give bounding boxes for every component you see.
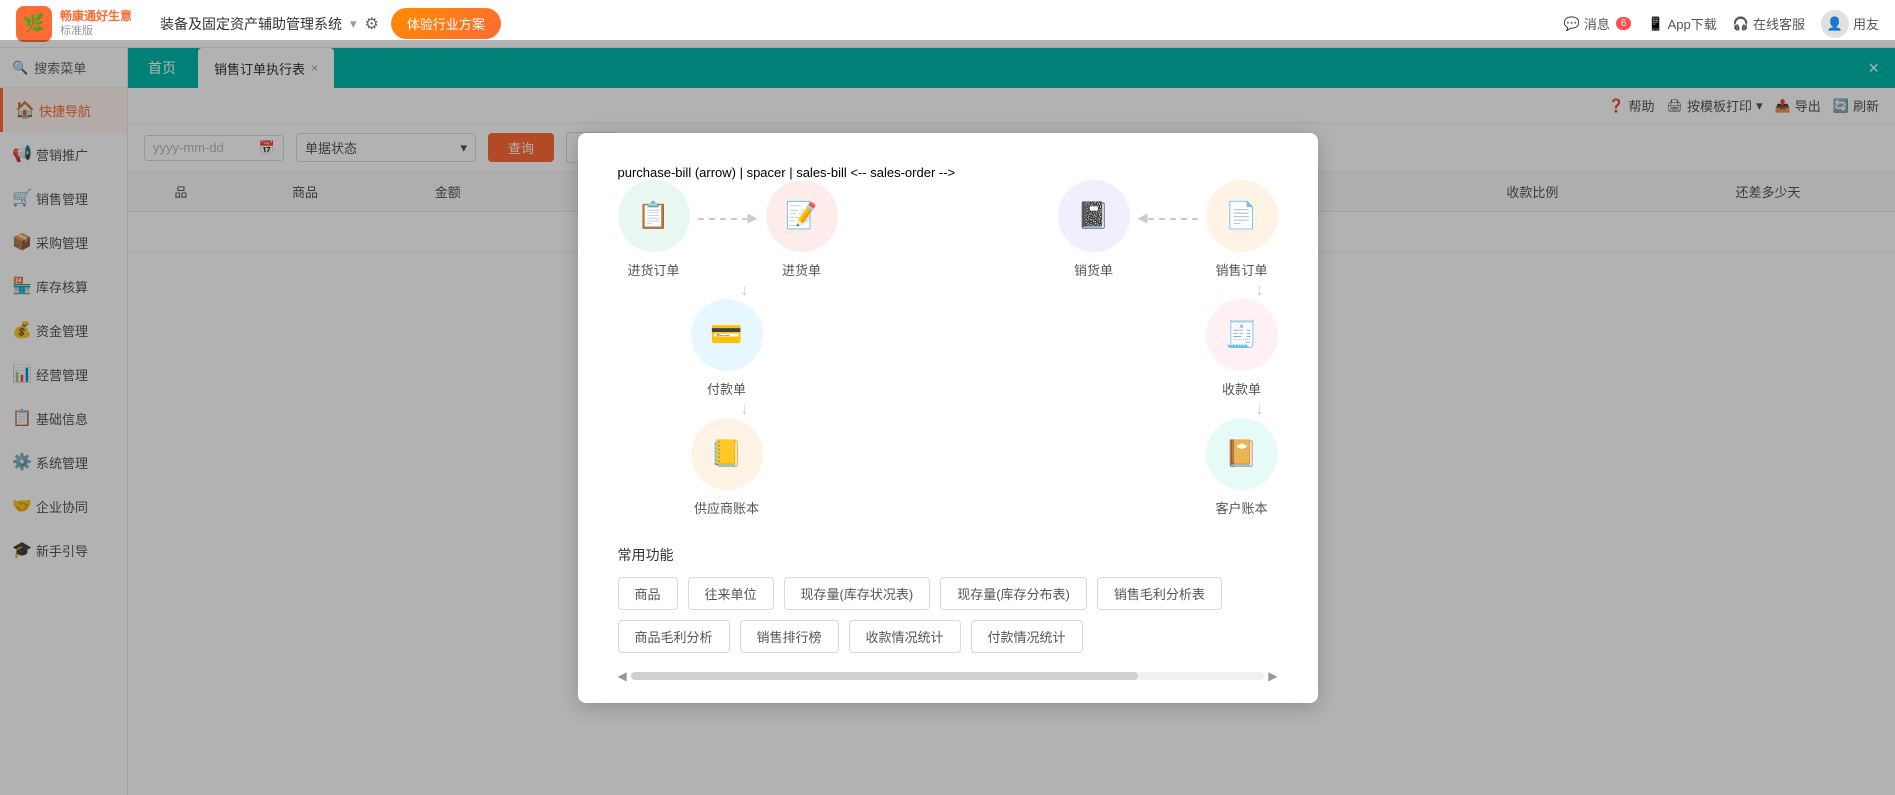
func-btn-partner[interactable]: 往来单位 [688,577,774,610]
modal-scrollbar[interactable]: ◀ ▶ [618,669,1278,683]
modal: purchase-bill (arrow) | spacer | sales-b… [578,133,1318,703]
purchase-bill-label: 进货单 [782,260,821,279]
flow-node-payment: 💳 付款单 [691,299,763,398]
customer-account-circle: 📔 [1206,418,1278,490]
settings-icon[interactable]: ⚙ [365,14,379,34]
trial-button[interactable]: 体验行业方案 [391,8,501,39]
customer-account-label: 客户账本 [1215,498,1267,517]
top-bar-right: 💬 消息 6 📱 App下载 🎧 在线客服 👤 用友 [1564,10,1879,38]
receipt-label: 收款单 [1222,379,1261,398]
func-btn-product[interactable]: 商品 [618,577,678,610]
sales-bill-circle: 📓 [1058,180,1130,252]
phone-icon: 📱 [1647,16,1663,32]
func-btn-payment-stat[interactable]: 付款情况统计 [971,620,1083,653]
scroll-track[interactable] [631,672,1265,680]
app-download-button[interactable]: 📱 App下载 [1647,14,1716,33]
flow-node-customer-account: 📔 客户账本 [1206,418,1278,517]
payment-circle: 💳 [691,299,763,371]
message-badge: 6 [1616,17,1632,30]
flow-node-purchase-bill: 📝 进货单 [766,180,838,279]
dropdown-arrow-icon[interactable]: ▾ [350,16,357,32]
payment-label: 付款单 [707,379,746,398]
supplier-account-label: 供应商账本 [694,498,759,517]
purchase-order-label: 进货订单 [627,260,679,279]
common-functions-title: 常用功能 [618,545,1278,565]
supplier-account-circle: 📒 [691,418,763,490]
message-button[interactable]: 💬 消息 6 [1564,14,1632,33]
func-btn-sales-rank[interactable]: 销售排行榜 [740,620,839,653]
system-name: 装备及固定资产辅助管理系统 [160,14,342,34]
scroll-left-icon[interactable]: ◀ [618,669,627,683]
func-btn-receipt-stat[interactable]: 收款情况统计 [849,620,961,653]
online-service-button[interactable]: 🎧 在线客服 [1733,14,1805,33]
receipt-circle: 🧾 [1206,299,1278,371]
sales-bill-label: 销货单 [1074,260,1113,279]
sales-order-circle: 📄 [1206,180,1278,252]
purchase-bill-circle: 📝 [766,180,838,252]
avatar: 👤 [1821,10,1849,38]
func-btn-stock-dist[interactable]: 现存量(库存分布表) [940,577,1087,610]
flow-node-purchase-order: 📋 进货订单 [618,180,690,279]
sales-order-label: 销售订单 [1215,260,1267,279]
flow-node-supplier-account: 📒 供应商账本 [691,418,763,517]
scroll-right-icon[interactable]: ▶ [1268,669,1277,683]
common-functions: 常用功能 商品 往来单位 现存量(库存状况表) 现存量(库存分布表) 销售毛利分… [618,545,1278,653]
flow-node-receipt: 🧾 收款单 [1206,299,1278,398]
content-area: 首页 销售订单执行表 × × ❓ 帮助 🖨 按模板打印 [128,48,1895,795]
flow-node-sales-order: 📄 销售订单 [1206,180,1278,279]
message-icon: 💬 [1564,16,1580,32]
system-title: 装备及固定资产辅助管理系统 ▾ [160,14,357,34]
purchase-order-circle: 📋 [618,180,690,252]
logo-area: 🌿 畅康通好生意 标准版 [16,6,144,42]
func-btn-product-profit[interactable]: 商品毛利分析 [618,620,730,653]
user-menu[interactable]: 👤 用友 [1821,10,1879,38]
logo-text: 畅康通好生意 标准版 [60,9,132,39]
func-btn-sales-profit[interactable]: 销售毛利分析表 [1097,577,1222,610]
logo-icon: 🌿 [16,6,52,42]
flow-node-sales-bill: 📓 销货单 [1058,180,1130,279]
modal-overlay[interactable]: purchase-bill (arrow) | spacer | sales-b… [128,48,1895,795]
function-buttons: 商品 往来单位 现存量(库存状况表) 现存量(库存分布表) 销售毛利分析表 商品… [618,577,1278,653]
scroll-thumb[interactable] [631,672,1138,680]
headset-icon: 🎧 [1733,16,1749,32]
func-btn-stock-status[interactable]: 现存量(库存状况表) [784,577,931,610]
